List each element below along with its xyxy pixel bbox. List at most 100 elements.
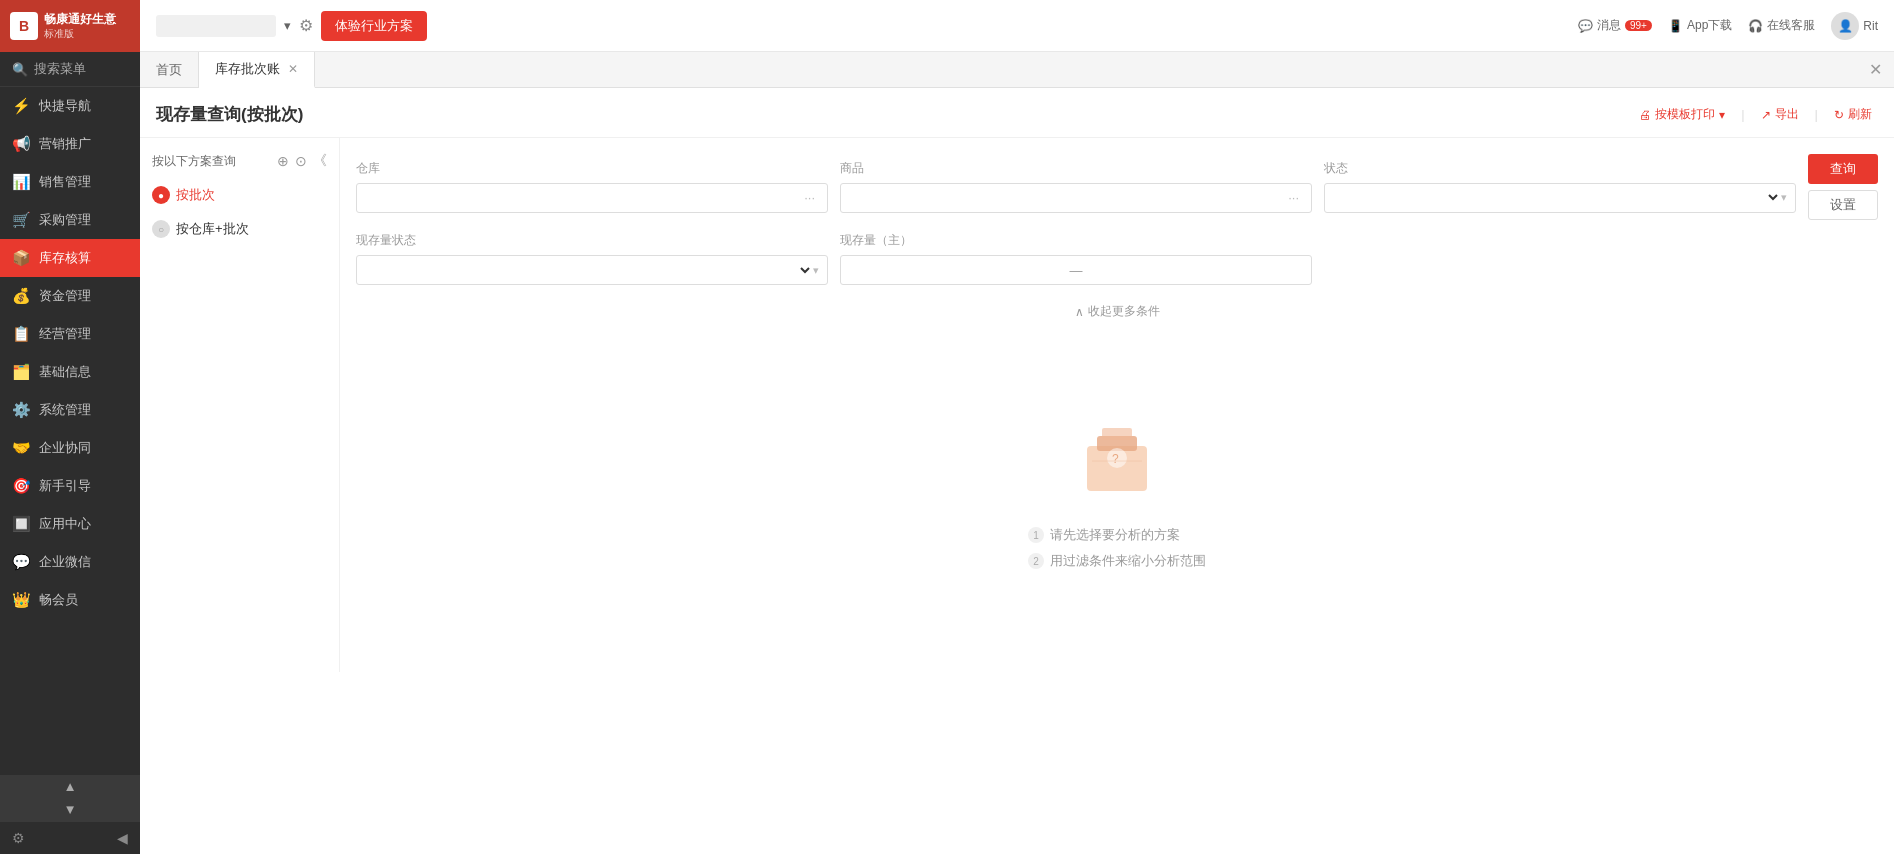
edition-label: 标准版	[44, 27, 116, 40]
collapse-sidebar-icon[interactable]: ◀	[117, 830, 128, 846]
status-select-wrap[interactable]: ▾	[1324, 183, 1796, 213]
messages-button[interactable]: 💬 消息 99+	[1578, 17, 1652, 34]
sidebar-item-quick-nav[interactable]: ⚡ 快捷导航	[0, 87, 140, 125]
plan-label: 按批次	[176, 186, 215, 204]
online-service-button[interactable]: 🎧 在线客服	[1748, 17, 1815, 34]
export-button[interactable]: ↗ 导出	[1755, 102, 1805, 127]
page-header-actions: 🖨 按模板打印 ▾ | ↗ 导出 | ↻ 刷新	[1633, 102, 1878, 127]
add-plan-button[interactable]: ⊕	[277, 153, 289, 169]
product-input-wrap[interactable]: ···	[840, 183, 1312, 213]
tab-home[interactable]: 首页	[140, 52, 199, 87]
sidebar-item-operations[interactable]: 📋 经营管理	[0, 315, 140, 353]
sidebar-footer: ⚙ ◀	[0, 821, 140, 854]
settings-button[interactable]: 设置	[1808, 190, 1878, 220]
app-download-label: App下载	[1687, 17, 1732, 34]
status-select[interactable]	[1333, 189, 1781, 206]
search-icon: 🔍	[12, 62, 28, 77]
sidebar-item-purchase[interactable]: 🛒 采购管理	[0, 201, 140, 239]
sidebar-item-marketing[interactable]: 📢 营销推广	[0, 125, 140, 163]
settings-footer-icon[interactable]: ⚙	[12, 830, 25, 846]
topbar-left: ▾ ⚙ 体验行业方案	[156, 11, 1568, 41]
sidebar-item-enterprise-wechat[interactable]: 💬 企业微信	[0, 543, 140, 581]
nav-label: 新手引导	[39, 477, 91, 495]
tab-inventory-batch-close[interactable]: ✕	[288, 62, 298, 76]
tab-inventory-batch-label: 库存批次账	[215, 60, 280, 78]
online-service-label: 在线客服	[1767, 17, 1815, 34]
nav-label: 应用中心	[39, 515, 91, 533]
left-panel-actions: ⊕ ⊙ 《	[277, 152, 327, 170]
plan-settings-button[interactable]: ⊙	[295, 153, 307, 169]
sidebar-scroll-up[interactable]: ▲	[0, 775, 140, 798]
sidebar-item-app-center[interactable]: 🔲 应用中心	[0, 505, 140, 543]
content-body: 按以下方案查询 ⊕ ⊙ 《 ● 按批次 ○ 按仓库+批次	[140, 138, 1894, 672]
empty-tips: 1 请先选择要分析的方案 2 用过滤条件来缩小分析范围	[1028, 526, 1206, 578]
print-label: 按模板打印	[1655, 106, 1715, 123]
tab-inventory-batch[interactable]: 库存批次账 ✕	[199, 52, 315, 88]
product-input[interactable]	[849, 190, 1284, 205]
enterprise-wechat-icon: 💬	[12, 553, 31, 571]
header-divider1: |	[1741, 107, 1744, 122]
page-area: 现存量查询(按批次) 🖨 按模板打印 ▾ | ↗ 导出 | ↻	[140, 88, 1894, 854]
inventory-status-select[interactable]	[365, 262, 813, 279]
status-label: 状态	[1324, 160, 1796, 177]
tip-text-1: 请先选择要分析的方案	[1050, 526, 1180, 544]
empty-state: ? 1 请先选择要分析的方案 2 用过滤条件来缩小分析范围	[356, 326, 1878, 658]
warehouse-label: 仓库	[356, 160, 828, 177]
print-button[interactable]: 🖨 按模板打印 ▾	[1633, 102, 1731, 127]
refresh-button[interactable]: ↻ 刷新	[1828, 102, 1878, 127]
quantity-range-wrap[interactable]: —	[840, 255, 1312, 285]
filter-status: 状态 ▾	[1324, 160, 1796, 213]
product-label: 商品	[840, 160, 1312, 177]
system-icon: ⚙️	[12, 401, 31, 419]
sidebar-item-newbie[interactable]: 🎯 新手引导	[0, 467, 140, 505]
sidebar-item-basic-info[interactable]: 🗂️ 基础信息	[0, 353, 140, 391]
plan-item-by-batch[interactable]: ● 按批次	[140, 178, 339, 212]
collapse-bar[interactable]: ∧ 收起更多条件	[356, 297, 1878, 326]
query-button[interactable]: 查询	[1808, 154, 1878, 184]
sidebar-item-finance[interactable]: 💰 资金管理	[0, 277, 140, 315]
member-icon: 👑	[12, 591, 31, 609]
trial-button[interactable]: 体验行业方案	[321, 11, 427, 41]
collapse-icon: ∧	[1075, 305, 1084, 319]
inventory-status-select-wrap[interactable]: ▾	[356, 255, 828, 285]
quantity-min-input[interactable]	[849, 263, 1064, 278]
tabbar-close-button[interactable]: ✕	[1857, 52, 1894, 87]
collapse-panel-button[interactable]: 《	[313, 152, 327, 170]
service-icon: 🎧	[1748, 19, 1763, 33]
quantity-max-input[interactable]	[1089, 263, 1304, 278]
inventory-status-label: 现存量状态	[356, 232, 828, 249]
tabbar: 首页 库存批次账 ✕ ✕	[140, 52, 1894, 88]
brand-name: 畅康通好生意	[44, 12, 116, 28]
topbar-right: 💬 消息 99+ 📱 App下载 🎧 在线客服 👤 Rit	[1578, 12, 1878, 40]
app-download-button[interactable]: 📱 App下载	[1668, 17, 1732, 34]
breadcrumb-input[interactable]	[156, 15, 276, 37]
user-avatar[interactable]: 👤 Rit	[1831, 12, 1878, 40]
sidebar-item-inventory[interactable]: 📦 库存核算	[0, 239, 140, 277]
topbar-gear-icon[interactable]: ⚙	[299, 16, 313, 35]
sidebar-item-member[interactable]: 👑 畅会员	[0, 581, 140, 619]
sidebar-item-system[interactable]: ⚙️ 系统管理	[0, 391, 140, 429]
sidebar-search[interactable]: 🔍 搜索菜单	[0, 52, 140, 87]
sidebar-scroll-down[interactable]: ▼	[0, 798, 140, 821]
nav-label: 库存核算	[39, 249, 91, 267]
action-buttons: 查询 设置	[1808, 152, 1878, 220]
plan-item-by-warehouse-batch[interactable]: ○ 按仓库+批次	[140, 212, 339, 246]
sidebar-item-sales[interactable]: 📊 销售管理	[0, 163, 140, 201]
purchase-icon: 🛒	[12, 211, 31, 229]
quantity-label: 现存量（主）	[840, 232, 1312, 249]
nav-label: 企业微信	[39, 553, 91, 571]
warehouse-more-btn[interactable]: ···	[800, 190, 819, 205]
warehouse-input[interactable]	[365, 190, 800, 205]
plan-active-icon: ●	[152, 186, 170, 204]
print-icon: 🖨	[1639, 108, 1651, 122]
warehouse-input-wrap[interactable]: ···	[356, 183, 828, 213]
download-icon: 📱	[1668, 19, 1683, 33]
message-icon: 💬	[1578, 19, 1593, 33]
sidebar-item-enterprise[interactable]: 🤝 企业协同	[0, 429, 140, 467]
print-dropdown-icon[interactable]: ▾	[1719, 108, 1725, 122]
nav-label: 销售管理	[39, 173, 91, 191]
product-more-btn[interactable]: ···	[1284, 190, 1303, 205]
filter-product: 商品 ···	[840, 160, 1312, 213]
topbar-dropdown-icon[interactable]: ▾	[284, 18, 291, 33]
avatar-icon: 👤	[1838, 19, 1853, 33]
